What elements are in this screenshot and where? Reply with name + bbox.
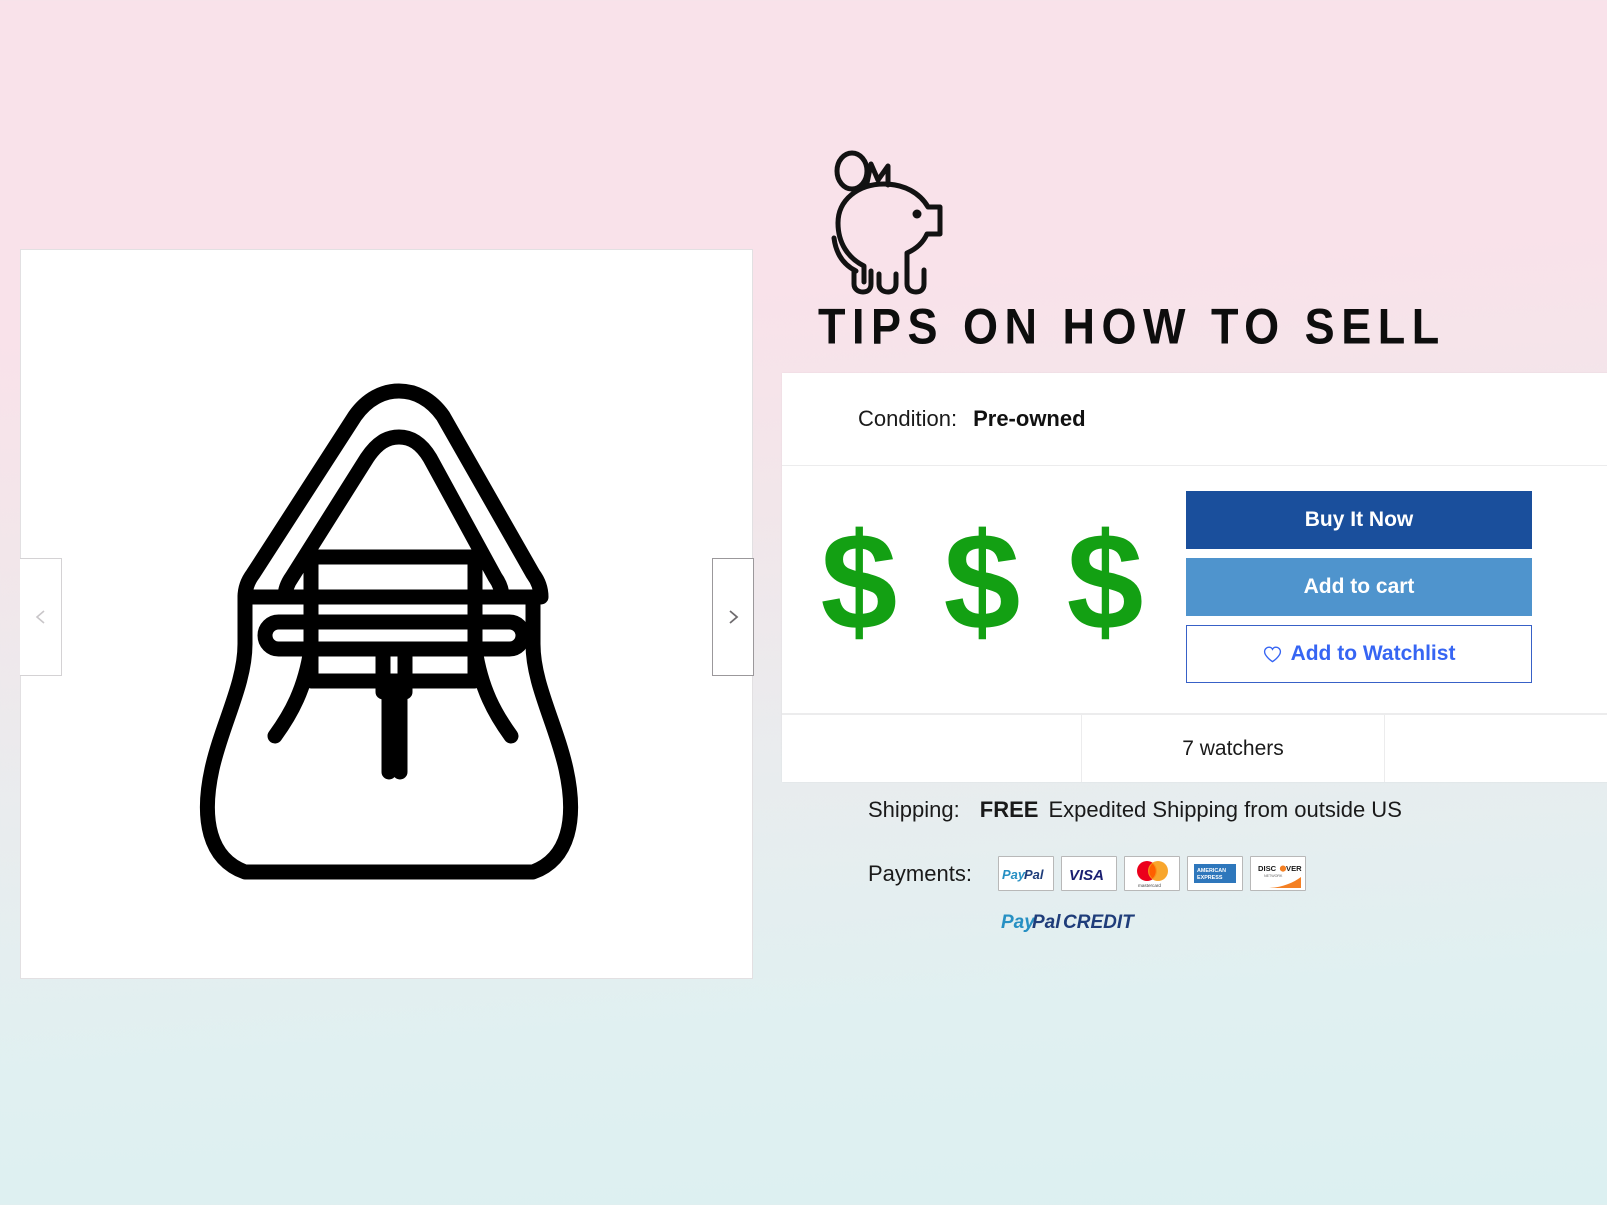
cta-button-group: Buy It Now Add to cart Add to Watchlist: [1186, 491, 1532, 683]
svg-text:Pal: Pal: [1024, 867, 1044, 882]
add-to-watchlist-button[interactable]: Add to Watchlist: [1186, 625, 1532, 683]
price-block: $ $ $: [782, 491, 1186, 651]
gallery-prev-button[interactable]: [20, 558, 62, 676]
svg-text:Pay: Pay: [1002, 867, 1026, 882]
shipping-free-badge: FREE: [979, 797, 1039, 822]
tips-banner-title: TIPS ON HOW TO SELL: [818, 297, 1446, 355]
discover-icon: DISC VER NETWORK: [1249, 856, 1306, 891]
shipping-description: Expedited Shipping from outside US: [1048, 797, 1402, 822]
buy-it-now-button[interactable]: Buy It Now: [1186, 491, 1532, 549]
visa-icon: VISA: [1060, 856, 1117, 891]
condition-value: Pre-owned: [973, 406, 1086, 431]
amex-icon: AMERICAN EXPRESS: [1186, 856, 1243, 891]
tips-banner: TIPS ON HOW TO SELL: [818, 150, 1518, 356]
svg-text:AMERICAN: AMERICAN: [1197, 868, 1226, 874]
svg-text:Pay: Pay: [1001, 912, 1036, 933]
svg-text:VER: VER: [1286, 864, 1302, 873]
condition-row: Condition: Pre-owned: [782, 373, 1607, 466]
heart-icon: [1263, 646, 1281, 662]
shipping-label: Shipping:: [868, 797, 960, 822]
svg-text:EXPRESS: EXPRESS: [1197, 875, 1223, 881]
chevron-left-icon: [35, 610, 45, 624]
watchers-cell-right: [1385, 714, 1607, 782]
paypal-icon: Pay Pal: [997, 856, 1054, 891]
svg-text:VISA: VISA: [1069, 867, 1104, 884]
chevron-right-icon: [729, 610, 739, 624]
svg-text:Pal: Pal: [1032, 912, 1061, 933]
price-and-actions-row: $ $ $ Buy It Now Add to cart Add to Watc…: [782, 466, 1607, 714]
gallery-next-button[interactable]: [712, 558, 754, 676]
product-image-gallery[interactable]: [20, 249, 753, 979]
svg-text:mastercard: mastercard: [1138, 883, 1161, 888]
svg-text:DISC: DISC: [1258, 864, 1277, 873]
add-to-watchlist-label: Add to Watchlist: [1290, 642, 1456, 665]
condition-label: Condition:: [858, 406, 958, 431]
watchers-cell-left: [782, 714, 1082, 782]
payment-methods-list: Pay Pal VISA mastercard AMERICAN EXPRESS…: [997, 856, 1306, 891]
payments-label: Payments:: [868, 860, 972, 886]
product-image: [21, 250, 752, 978]
shipping-row: Shipping: FREE Expedited Shipping from o…: [868, 797, 1568, 823]
listing-panel: Condition: Pre-owned $ $ $ Buy It Now Ad…: [782, 373, 1607, 782]
payments-row: Payments: Pay Pal VISA mastercard AMERIC…: [868, 856, 1568, 891]
svg-text:NETWORK: NETWORK: [1264, 874, 1283, 878]
paypal-credit-icon: Pay Pal CREDIT: [1001, 912, 1135, 933]
piggy-bank-icon: [831, 150, 943, 295]
mastercard-icon: mastercard: [1123, 856, 1180, 891]
svg-text:CREDIT: CREDIT: [1063, 912, 1135, 933]
watchers-count: 7 watchers: [1082, 714, 1385, 782]
shipping-payments-section: Shipping: FREE Expedited Shipping from o…: [868, 797, 1568, 934]
price-display: $ $ $: [820, 505, 1148, 659]
watchers-row: 7 watchers: [782, 714, 1607, 782]
add-to-cart-button[interactable]: Add to cart: [1186, 558, 1532, 616]
handbag-icon: [199, 383, 578, 880]
